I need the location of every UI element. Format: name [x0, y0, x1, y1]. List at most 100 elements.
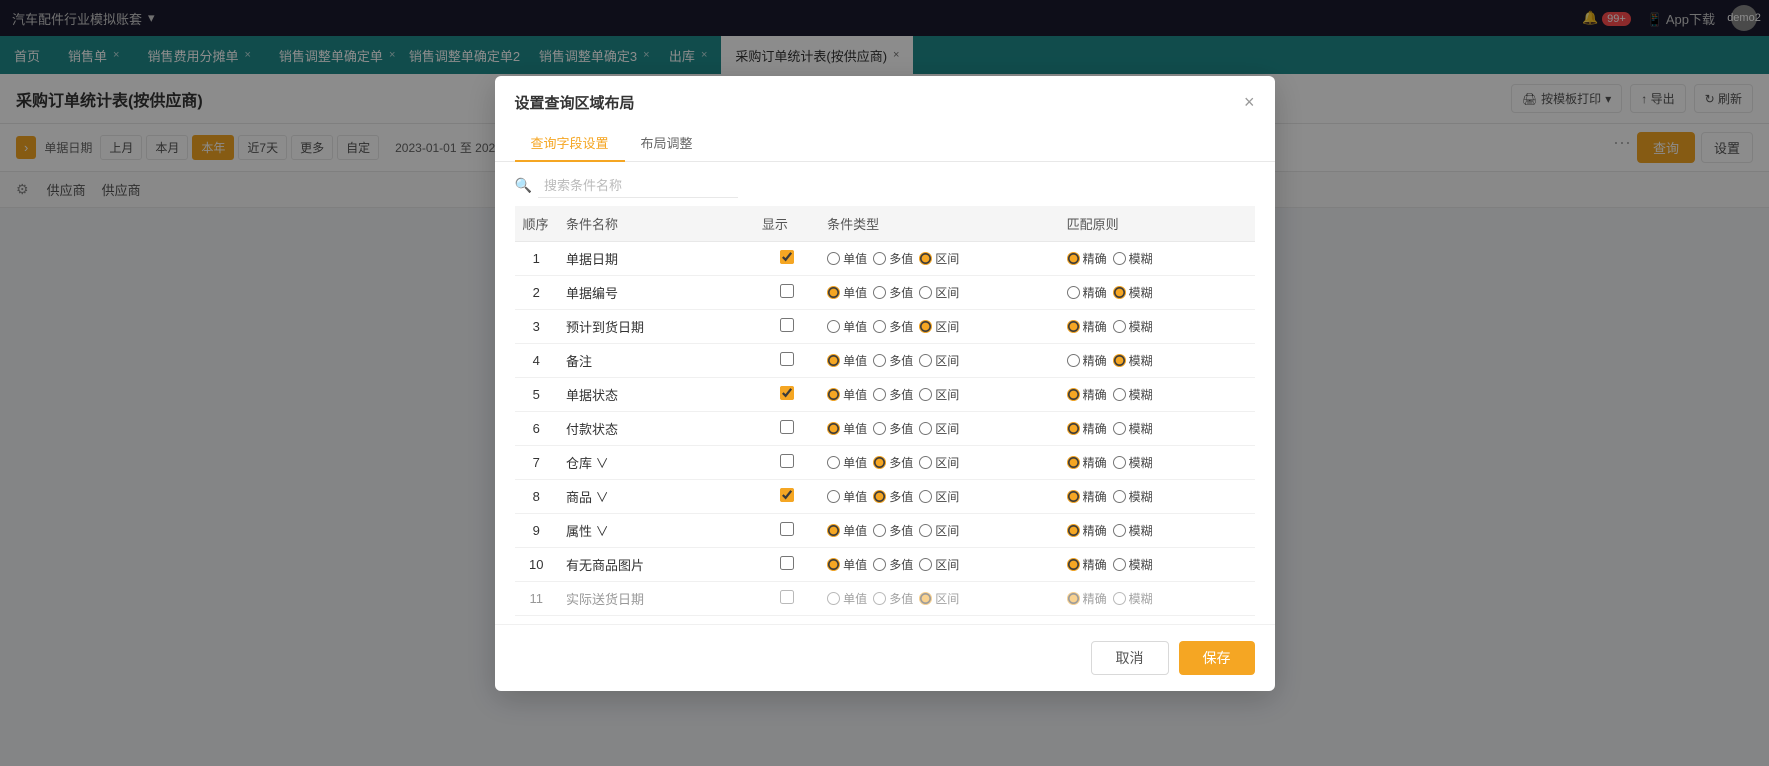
- match-label-exact-8[interactable]: 精确: [1067, 488, 1107, 505]
- type-radio-multi-8[interactable]: [873, 490, 886, 503]
- type-radio-multi-3[interactable]: [873, 320, 886, 333]
- type-radio-range-7[interactable]: [919, 456, 932, 469]
- match-label-fuzzy-4[interactable]: 模糊: [1113, 352, 1153, 369]
- show-checkbox-9[interactable]: [780, 522, 794, 536]
- type-label-range-5[interactable]: 区间: [919, 386, 959, 403]
- match-radio-fuzzy-8[interactable]: [1113, 490, 1126, 503]
- match-label-fuzzy-11[interactable]: 模糊: [1113, 590, 1153, 607]
- match-radio-exact-11[interactable]: [1067, 592, 1080, 605]
- type-label-multi-8[interactable]: 多值: [873, 488, 913, 505]
- type-label-multi-9[interactable]: 多值: [873, 522, 913, 539]
- match-label-fuzzy-1[interactable]: 模糊: [1113, 250, 1153, 267]
- show-checkbox-6[interactable]: [780, 420, 794, 434]
- type-label-multi-4[interactable]: 多值: [873, 352, 913, 369]
- type-radio-multi-11[interactable]: [873, 592, 886, 605]
- type-radio-multi-10[interactable]: [873, 558, 886, 571]
- show-checkbox-4[interactable]: [780, 352, 794, 366]
- show-checkbox-10[interactable]: [780, 556, 794, 570]
- type-label-single-4[interactable]: 单值: [827, 352, 867, 369]
- match-label-exact-1[interactable]: 精确: [1067, 250, 1107, 267]
- type-label-multi-11[interactable]: 多值: [873, 590, 913, 607]
- type-label-range-1[interactable]: 区间: [919, 250, 959, 267]
- modal-tab-query-fields[interactable]: 查询字段设置: [515, 125, 625, 162]
- type-label-single-5[interactable]: 单值: [827, 386, 867, 403]
- show-checkbox-7[interactable]: [780, 454, 794, 468]
- match-radio-fuzzy-11[interactable]: [1113, 592, 1126, 605]
- type-radio-single-6[interactable]: [827, 422, 840, 435]
- type-label-single-10[interactable]: 单值: [827, 556, 867, 573]
- match-radio-exact-4[interactable]: [1067, 354, 1080, 367]
- type-radio-range-9[interactable]: [919, 524, 932, 537]
- cancel-button[interactable]: 取消: [1091, 641, 1169, 675]
- match-radio-fuzzy-2[interactable]: [1113, 286, 1126, 299]
- modal-overlay[interactable]: 设置查询区域布局 × 查询字段设置 布局调整 🔍 顺序 条件名称: [0, 0, 1769, 766]
- type-label-single-6[interactable]: 单值: [827, 420, 867, 437]
- match-label-exact-2[interactable]: 精确: [1067, 284, 1107, 301]
- type-label-range-11[interactable]: 区间: [919, 590, 959, 607]
- type-radio-range-5[interactable]: [919, 388, 932, 401]
- type-radio-range-4[interactable]: [919, 354, 932, 367]
- type-radio-range-8[interactable]: [919, 490, 932, 503]
- type-radio-multi-4[interactable]: [873, 354, 886, 367]
- type-label-multi-6[interactable]: 多值: [873, 420, 913, 437]
- type-radio-range-2[interactable]: [919, 286, 932, 299]
- type-radio-multi-2[interactable]: [873, 286, 886, 299]
- match-radio-exact-9[interactable]: [1067, 524, 1080, 537]
- type-radio-single-10[interactable]: [827, 558, 840, 571]
- type-radio-multi-5[interactable]: [873, 388, 886, 401]
- match-radio-fuzzy-3[interactable]: [1113, 320, 1126, 333]
- type-label-range-9[interactable]: 区间: [919, 522, 959, 539]
- type-label-single-8[interactable]: 单值: [827, 488, 867, 505]
- match-label-exact-10[interactable]: 精确: [1067, 556, 1107, 573]
- type-radio-range-6[interactable]: [919, 422, 932, 435]
- type-label-range-6[interactable]: 区间: [919, 420, 959, 437]
- match-radio-fuzzy-6[interactable]: [1113, 422, 1126, 435]
- show-checkbox-1[interactable]: [780, 250, 794, 264]
- match-radio-exact-3[interactable]: [1067, 320, 1080, 333]
- match-label-fuzzy-5[interactable]: 模糊: [1113, 386, 1153, 403]
- type-radio-multi-6[interactable]: [873, 422, 886, 435]
- match-radio-exact-10[interactable]: [1067, 558, 1080, 571]
- match-radio-fuzzy-4[interactable]: [1113, 354, 1126, 367]
- type-label-single-7[interactable]: 单值: [827, 454, 867, 471]
- type-label-multi-3[interactable]: 多值: [873, 318, 913, 335]
- type-radio-single-2[interactable]: [827, 286, 840, 299]
- type-radio-range-3[interactable]: [919, 320, 932, 333]
- match-radio-exact-2[interactable]: [1067, 286, 1080, 299]
- type-radio-single-1[interactable]: [827, 252, 840, 265]
- type-label-single-1[interactable]: 单值: [827, 250, 867, 267]
- match-label-fuzzy-3[interactable]: 模糊: [1113, 318, 1153, 335]
- match-label-fuzzy-8[interactable]: 模糊: [1113, 488, 1153, 505]
- match-radio-exact-8[interactable]: [1067, 490, 1080, 503]
- type-radio-single-9[interactable]: [827, 524, 840, 537]
- type-radio-multi-9[interactable]: [873, 524, 886, 537]
- type-label-range-7[interactable]: 区间: [919, 454, 959, 471]
- type-radio-multi-1[interactable]: [873, 252, 886, 265]
- type-label-multi-1[interactable]: 多值: [873, 250, 913, 267]
- type-radio-single-8[interactable]: [827, 490, 840, 503]
- match-radio-fuzzy-7[interactable]: [1113, 456, 1126, 469]
- type-radio-range-1[interactable]: [919, 252, 932, 265]
- match-label-exact-6[interactable]: 精确: [1067, 420, 1107, 437]
- type-radio-multi-7[interactable]: [873, 456, 886, 469]
- match-radio-exact-1[interactable]: [1067, 252, 1080, 265]
- match-label-fuzzy-7[interactable]: 模糊: [1113, 454, 1153, 471]
- match-label-exact-3[interactable]: 精确: [1067, 318, 1107, 335]
- show-checkbox-2[interactable]: [780, 284, 794, 298]
- type-label-multi-7[interactable]: 多值: [873, 454, 913, 471]
- type-label-single-3[interactable]: 单值: [827, 318, 867, 335]
- type-radio-range-10[interactable]: [919, 558, 932, 571]
- match-radio-fuzzy-5[interactable]: [1113, 388, 1126, 401]
- show-checkbox-5[interactable]: [780, 386, 794, 400]
- match-radio-exact-5[interactable]: [1067, 388, 1080, 401]
- type-radio-single-7[interactable]: [827, 456, 840, 469]
- type-label-range-3[interactable]: 区间: [919, 318, 959, 335]
- match-label-fuzzy-2[interactable]: 模糊: [1113, 284, 1153, 301]
- show-checkbox-11[interactable]: [780, 590, 794, 604]
- type-label-range-8[interactable]: 区间: [919, 488, 959, 505]
- match-label-exact-4[interactable]: 精确: [1067, 352, 1107, 369]
- type-radio-single-11[interactable]: [827, 592, 840, 605]
- type-radio-range-11[interactable]: [919, 592, 932, 605]
- show-checkbox-3[interactable]: [780, 318, 794, 332]
- match-label-fuzzy-6[interactable]: 模糊: [1113, 420, 1153, 437]
